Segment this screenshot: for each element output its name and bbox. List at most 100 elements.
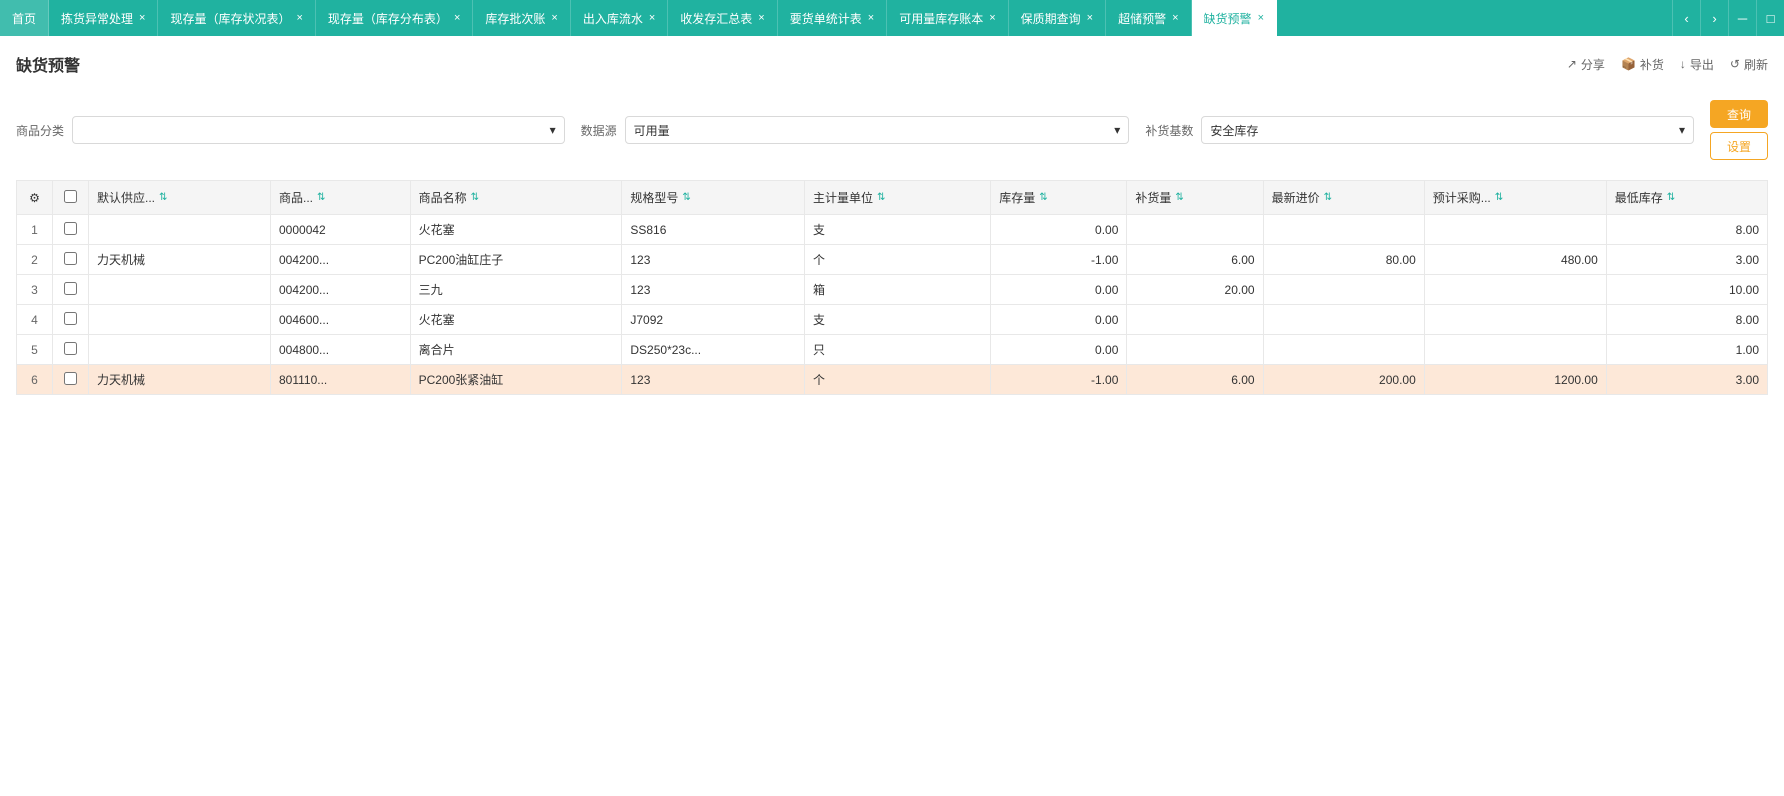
datasource-chevron-icon: ▾	[1114, 123, 1120, 137]
col-est-purchase-label: 预计采购...	[1433, 189, 1491, 206]
tab-available-close[interactable]: ×	[989, 12, 995, 24]
tab-abnormal-close[interactable]: ×	[139, 12, 145, 24]
tab-order-stat-close[interactable]: ×	[868, 12, 874, 24]
row-stock: 0.00	[991, 305, 1127, 335]
row-spec: 123	[622, 275, 805, 305]
row-spec: J7092	[622, 305, 805, 335]
col-unit-header[interactable]: 主计量单位 ⇅	[805, 181, 991, 215]
tab-next-button[interactable]: ›	[1700, 0, 1728, 36]
est-purchase-sort-icon: ⇅	[1495, 192, 1503, 203]
tab-order-stat[interactable]: 要货单统计表 ×	[778, 0, 887, 36]
product-code-sort-icon: ⇅	[317, 192, 325, 203]
tab-batch-account[interactable]: 库存批次账 ×	[473, 0, 570, 36]
datasource-filter: 数据源 可用量 ▾	[581, 116, 1130, 144]
refresh-label: 刷新	[1744, 56, 1768, 73]
row-num: 5	[17, 335, 53, 365]
col-supplier-header[interactable]: 默认供应... ⇅	[89, 181, 271, 215]
tab-expiry[interactable]: 保质期查询 ×	[1009, 0, 1106, 36]
row-latest-price	[1263, 215, 1424, 245]
col-latest-price-header[interactable]: 最新进价 ⇅	[1263, 181, 1424, 215]
col-replenish-header[interactable]: 补货量 ⇅	[1127, 181, 1263, 215]
tab-inventory-status[interactable]: 现存量（库存状况表） ×	[158, 0, 315, 36]
category-select[interactable]: ▾	[72, 116, 565, 144]
col-product-code-header[interactable]: 商品... ⇅	[271, 181, 411, 215]
col-est-purchase-header[interactable]: 预计采购... ⇅	[1424, 181, 1606, 215]
row-latest-price	[1263, 275, 1424, 305]
datasource-label: 数据源	[581, 122, 617, 139]
row-min-stock: 3.00	[1606, 245, 1767, 275]
tab-maximize-button[interactable]: □	[1756, 0, 1784, 36]
table-row: 2 力天机械 004200... PC200油缸庄子 123 个 -1.00 6…	[17, 245, 1768, 275]
col-spec-header[interactable]: 规格型号 ⇅	[622, 181, 805, 215]
datasource-select[interactable]: 可用量 ▾	[625, 116, 1130, 144]
replenish-button[interactable]: 📦 补货	[1621, 56, 1664, 73]
tab-expiry-close[interactable]: ×	[1087, 12, 1093, 24]
tab-order-stat-label: 要货单统计表	[790, 10, 862, 27]
settings-button[interactable]: 设置	[1710, 132, 1768, 160]
tab-home[interactable]: 首页	[0, 0, 49, 36]
tab-nav-buttons: ‹ › － □	[1672, 0, 1784, 36]
col-min-stock-header[interactable]: 最低库存 ⇅	[1606, 181, 1767, 215]
replenish-base-select[interactable]: 安全库存 ▾	[1201, 116, 1694, 144]
replenish-base-value: 安全库存	[1210, 122, 1258, 139]
tab-overstock-close[interactable]: ×	[1172, 12, 1178, 24]
tab-flow[interactable]: 出入库流水 ×	[571, 0, 668, 36]
col-product-name-header[interactable]: 商品名称 ⇅	[410, 181, 622, 215]
row-checkbox[interactable]	[64, 312, 77, 325]
row-spec: SS816	[622, 215, 805, 245]
row-supplier: 力天机械	[89, 245, 271, 275]
tab-available-label: 可用量库存账本	[899, 10, 983, 27]
tab-shortage-close[interactable]: ×	[1258, 12, 1264, 24]
select-all-checkbox[interactable]	[64, 190, 77, 203]
share-button[interactable]: ↗ 分享	[1567, 56, 1605, 73]
row-replenish: 6.00	[1127, 365, 1263, 395]
page-header: 缺货预警 ↗ 分享 📦 补货 ↓ 导出 ↺ 刷新	[16, 52, 1768, 76]
tab-shortage[interactable]: 缺货预警 ×	[1192, 0, 1277, 36]
col-stock-label: 库存量	[999, 189, 1035, 206]
col-product-code-label: 商品...	[279, 189, 313, 206]
row-checkbox[interactable]	[64, 342, 77, 355]
tab-flow-close[interactable]: ×	[649, 12, 655, 24]
tab-inventory-dist[interactable]: 现存量（库存分布表） ×	[316, 0, 473, 36]
row-num: 1	[17, 215, 53, 245]
row-stock: 0.00	[991, 275, 1127, 305]
export-icon: ↓	[1680, 57, 1686, 71]
tab-close-all-button[interactable]: －	[1728, 0, 1756, 36]
product-name-sort-icon: ⇅	[471, 192, 479, 203]
table-body: 1 0000042 火花塞 SS816 支 0.00 8.00 2 力天机械 0…	[17, 215, 1768, 395]
col-checkbox-header[interactable]	[53, 181, 89, 215]
row-stock: -1.00	[991, 365, 1127, 395]
row-est-purchase	[1424, 305, 1606, 335]
row-checkbox[interactable]	[64, 252, 77, 265]
tab-abnormal[interactable]: 拣货异常处理 ×	[49, 0, 158, 36]
stock-sort-icon: ⇅	[1039, 192, 1047, 203]
main-content: 缺货预警 ↗ 分享 📦 补货 ↓ 导出 ↺ 刷新 商品分类	[0, 36, 1784, 796]
row-checkbox-cell	[53, 335, 89, 365]
tab-available[interactable]: 可用量库存账本 ×	[887, 0, 1008, 36]
row-min-stock: 3.00	[1606, 365, 1767, 395]
row-product-name: 三九	[410, 275, 622, 305]
col-settings-header[interactable]: ⚙	[17, 181, 53, 215]
tab-overstock[interactable]: 超储预警 ×	[1106, 0, 1191, 36]
row-unit: 只	[805, 335, 991, 365]
tab-inventory-dist-close[interactable]: ×	[454, 12, 460, 24]
row-checkbox[interactable]	[64, 282, 77, 295]
row-checkbox-cell	[53, 215, 89, 245]
tab-bar: 首页 拣货异常处理 × 现存量（库存状况表） × 现存量（库存分布表） × 库存…	[0, 0, 1784, 36]
query-button[interactable]: 查询	[1710, 100, 1768, 128]
row-checkbox[interactable]	[64, 222, 77, 235]
row-checkbox-cell	[53, 245, 89, 275]
tab-batch-account-close[interactable]: ×	[551, 12, 557, 24]
tab-inventory-status-close[interactable]: ×	[296, 12, 302, 24]
tab-collect-close[interactable]: ×	[758, 12, 764, 24]
row-product-code: 0000042	[271, 215, 411, 245]
tab-prev-button[interactable]: ‹	[1672, 0, 1700, 36]
tab-flow-label: 出入库流水	[583, 10, 643, 27]
row-supplier: 力天机械	[89, 365, 271, 395]
tab-collect[interactable]: 收发存汇总表 ×	[668, 0, 777, 36]
export-button[interactable]: ↓ 导出	[1680, 56, 1714, 73]
col-stock-header[interactable]: 库存量 ⇅	[991, 181, 1127, 215]
row-unit: 个	[805, 245, 991, 275]
refresh-button[interactable]: ↺ 刷新	[1730, 56, 1768, 73]
row-checkbox[interactable]	[64, 372, 77, 385]
